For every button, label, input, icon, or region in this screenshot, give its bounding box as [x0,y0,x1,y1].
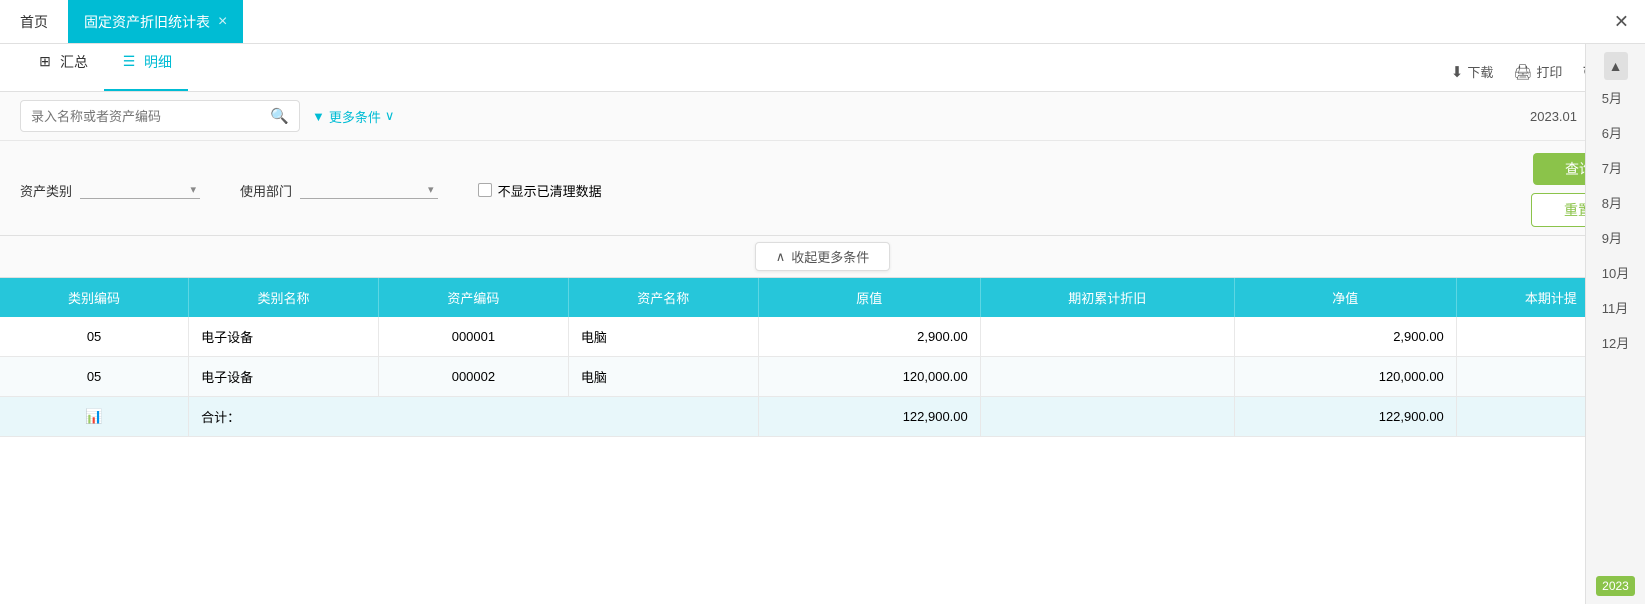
sidebar-month-item[interactable]: 6月 [1602,115,1629,150]
cell-accumulated-depreciation [980,317,1234,357]
detail-icon: ☰ [120,53,138,71]
download-button[interactable]: ⬇ 下载 [1451,62,1494,81]
collapse-label: 收起更多条件 [791,247,869,266]
data-table: 类别编码 类别名称 资产编码 资产名称 原值 期初累计折旧 净值 本期计提 05… [0,278,1645,437]
sidebar-months: 5月6月7月8月9月10月11月12月 [1602,80,1629,360]
download-label: 下载 [1467,62,1493,81]
search-row: 🔍 ▼ 更多条件 ∨ 2023.01 › [0,92,1645,141]
sidebar-month-item[interactable]: 5月 [1602,80,1629,115]
summary-label-cell: 合计： [189,397,759,437]
sidebar-month-item[interactable]: 10月 [1602,255,1629,290]
col-category-name: 类别名称 [189,278,379,317]
nav-home[interactable]: 首页 [0,0,68,43]
chevron-down-icon: ∨ [385,108,395,124]
table-container: 类别编码 类别名称 资产编码 资产名称 原值 期初累计折旧 净值 本期计提 05… [0,278,1645,604]
cell-original-value: 2,900.00 [758,317,980,357]
search-input-wrap[interactable]: 🔍 [20,100,300,132]
col-net-value: 净值 [1234,278,1456,317]
cell-asset-code: 000001 [378,317,568,357]
cell-category-code: 05 [0,317,189,357]
department-field: 使用部门 ▾ [240,181,438,200]
cell-accumulated-depreciation [980,357,1234,397]
sidebar-up-arrow[interactable]: ▲ [1604,52,1628,80]
col-asset-code: 资产编码 [378,278,568,317]
asset-category-label: 资产类别 [20,181,72,200]
sidebar-month-item[interactable]: 8月 [1602,185,1629,220]
sidebar-month-item[interactable]: 7月 [1602,150,1629,185]
collapse-button[interactable]: ∧ 收起更多条件 [755,242,891,271]
search-icon[interactable]: 🔍 [270,107,289,125]
filter-row: 资产类别 ▾ 使用部门 ▾ 不显示已清理数据 查询 重置 [20,153,1625,227]
toolbar-tabs: ⊞ 汇总 ☰ 明细 ⬇ 下载 🖨 打印 ↻ 刷新 [0,44,1645,92]
asset-category-arrow-icon: ▾ [190,183,196,196]
top-nav: 首页 固定资产折旧统计表 × ✕ [0,0,1645,44]
collapse-up-icon: ∧ [776,249,786,265]
cell-category-name: 电子设备 [189,357,379,397]
hide-cleared-field: 不显示已清理数据 [478,181,602,200]
collapse-row: ∧ 收起更多条件 [0,236,1645,278]
sidebar-year-badge[interactable]: 2023 [1596,576,1635,596]
print-icon: 🖨 [1513,63,1532,81]
table-row: 05 电子设备 000002 电脑 120,000.00 120,000.00 [0,357,1645,397]
download-icon: ⬇ [1451,63,1464,81]
nav-tab-fixed-assets[interactable]: 固定资产折旧统计表 × [68,0,243,43]
department-select[interactable]: ▾ [300,181,438,199]
asset-category-select[interactable]: ▾ [80,181,200,199]
date-label: 2023.01 [1530,109,1577,124]
table-header-row: 类别编码 类别名称 资产编码 资产名称 原值 期初累计折旧 净值 本期计提 [0,278,1645,317]
cell-net-value: 120,000.00 [1234,357,1456,397]
tab-detail[interactable]: ☰ 明细 [104,44,188,91]
summary-accumulated [980,397,1234,437]
search-row-wrapper: 🔍 ▼ 更多条件 ∨ 2023.01 › [0,92,1645,141]
table-row: 05 电子设备 000001 电脑 2,900.00 2,900.00 [0,317,1645,357]
department-label: 使用部门 [240,181,292,200]
search-input[interactable] [31,109,262,124]
summary-icon-cell: 📊 [0,397,189,437]
hide-cleared-checkbox[interactable] [478,183,492,197]
filter-icon: ▼ [312,109,325,124]
tab-summary-label: 汇总 [60,52,88,72]
nav-tab-label: 固定资产折旧统计表 [84,12,210,32]
cell-asset-name: 电脑 [568,317,758,357]
sidebar-month-item[interactable]: 12月 [1602,325,1629,360]
asset-category-field: 资产类别 ▾ [20,181,200,200]
cell-category-code: 05 [0,357,189,397]
cell-original-value: 120,000.00 [758,357,980,397]
right-sidebar: ▲ 5月6月7月8月9月10月11月12月 2023 [1585,44,1645,604]
sidebar-month-item[interactable]: 11月 [1602,290,1629,325]
more-conditions-label: 更多条件 [329,107,381,126]
cell-net-value: 2,900.00 [1234,317,1456,357]
more-conditions-button[interactable]: ▼ 更多条件 ∨ [312,107,394,126]
tab-detail-label: 明细 [144,52,172,72]
summary-original-value: 122,900.00 [758,397,980,437]
print-button[interactable]: 🖨 打印 [1513,62,1562,81]
cell-category-name: 电子设备 [189,317,379,357]
col-asset-name: 资产名称 [568,278,758,317]
print-label: 打印 [1536,62,1562,81]
main-content: ⊞ 汇总 ☰ 明细 ⬇ 下载 🖨 打印 ↻ 刷新 🔍 [0,44,1645,604]
nav-tab-close[interactable]: × [218,13,227,31]
col-category-code: 类别编码 [0,278,189,317]
hide-cleared-label: 不显示已清理数据 [498,181,602,200]
window-close-button[interactable]: ✕ [1614,11,1629,32]
cell-asset-code: 000002 [378,357,568,397]
col-accumulated-depreciation: 期初累计折旧 [980,278,1234,317]
cell-asset-name: 电脑 [568,357,758,397]
summary-net-value: 122,900.00 [1234,397,1456,437]
col-original-value: 原值 [758,278,980,317]
summary-icon: ⊞ [36,53,54,71]
summary-icon: 📊 [85,408,102,424]
filter-panel: 资产类别 ▾ 使用部门 ▾ 不显示已清理数据 查询 重置 [0,141,1645,236]
department-arrow-icon: ▾ [428,183,434,196]
tab-summary[interactable]: ⊞ 汇总 [20,44,104,91]
table-summary-row: 📊 合计： 122,900.00 122,900.00 [0,397,1645,437]
sidebar-month-item[interactable]: 9月 [1602,220,1629,255]
